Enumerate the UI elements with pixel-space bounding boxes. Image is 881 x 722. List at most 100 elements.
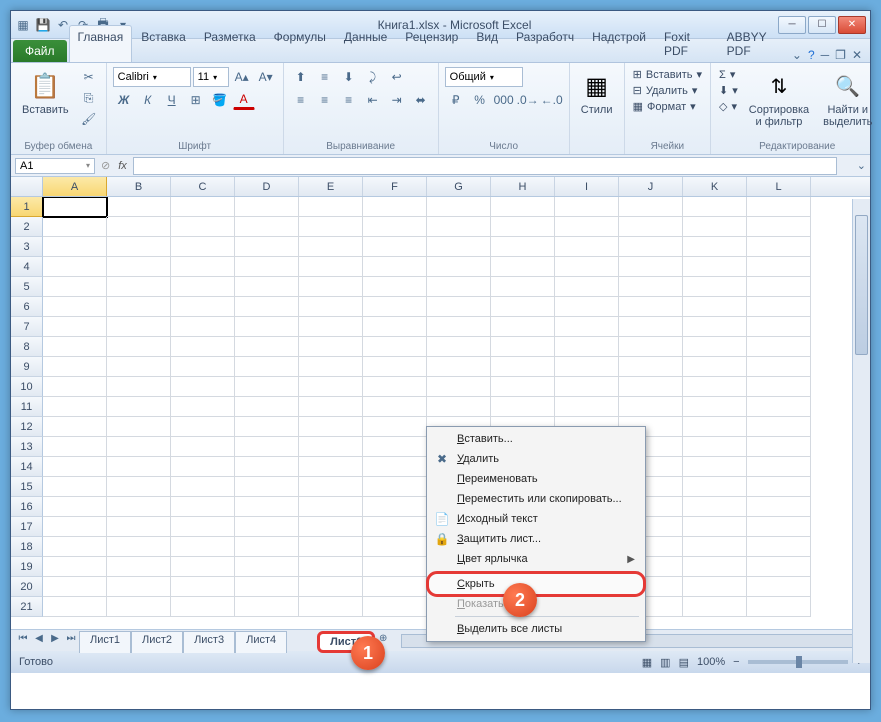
view-pagebreak-icon[interactable]: ▤	[679, 656, 689, 669]
cell[interactable]	[683, 237, 747, 257]
cell[interactable]	[107, 477, 171, 497]
cell[interactable]	[619, 397, 683, 417]
cell[interactable]	[363, 537, 427, 557]
cell[interactable]	[235, 497, 299, 517]
cell[interactable]	[683, 477, 747, 497]
cell[interactable]	[299, 317, 363, 337]
cut-icon[interactable]: ✂	[78, 67, 100, 87]
row-header-20[interactable]: 20	[11, 577, 43, 597]
col-header-A[interactable]: A	[43, 177, 107, 196]
cell[interactable]	[43, 237, 107, 257]
cell[interactable]	[427, 197, 491, 217]
row-header-7[interactable]: 7	[11, 317, 43, 337]
cell[interactable]	[43, 597, 107, 617]
context-menu-item[interactable]: Цвет ярлычка▶	[429, 549, 643, 569]
cell[interactable]	[683, 417, 747, 437]
ribbon-tab-4[interactable]: Данные	[335, 25, 396, 62]
col-header-J[interactable]: J	[619, 177, 683, 196]
cell[interactable]	[683, 537, 747, 557]
ribbon-tab-0[interactable]: Главная	[69, 25, 133, 62]
context-menu-item[interactable]: Скрыть	[429, 574, 643, 594]
cell[interactable]	[43, 277, 107, 297]
align-middle-icon[interactable]: ≡	[314, 67, 336, 87]
cell[interactable]	[491, 397, 555, 417]
cell[interactable]	[619, 237, 683, 257]
name-box[interactable]: A1▾	[15, 158, 95, 174]
insert-cells-button[interactable]: ⊞Вставить ▾	[631, 67, 704, 82]
row-header-9[interactable]: 9	[11, 357, 43, 377]
cell[interactable]	[235, 317, 299, 337]
cell[interactable]	[171, 477, 235, 497]
cell[interactable]	[235, 517, 299, 537]
col-header-L[interactable]: L	[747, 177, 811, 196]
cell[interactable]	[43, 197, 107, 217]
maximize-button[interactable]: ☐	[808, 16, 836, 34]
formula-bar[interactable]	[133, 157, 837, 175]
cell[interactable]	[363, 597, 427, 617]
cell[interactable]	[363, 197, 427, 217]
cell[interactable]	[363, 277, 427, 297]
cell[interactable]	[299, 497, 363, 517]
cell[interactable]	[171, 417, 235, 437]
cell[interactable]	[299, 377, 363, 397]
cell[interactable]	[43, 297, 107, 317]
cell[interactable]	[363, 457, 427, 477]
cell[interactable]	[747, 437, 811, 457]
cell[interactable]	[683, 577, 747, 597]
cell[interactable]	[491, 217, 555, 237]
cell[interactable]	[107, 577, 171, 597]
ribbon-tab-1[interactable]: Вставка	[132, 25, 195, 62]
cell[interactable]	[171, 297, 235, 317]
cell[interactable]	[747, 497, 811, 517]
find-select-button[interactable]: 🔍 Найти и выделить	[818, 67, 877, 131]
cell[interactable]	[363, 337, 427, 357]
wrap-text-icon[interactable]: ↩	[386, 67, 408, 87]
cell[interactable]	[43, 337, 107, 357]
cell[interactable]	[43, 557, 107, 577]
cell[interactable]	[427, 377, 491, 397]
col-header-B[interactable]: B	[107, 177, 171, 196]
italic-icon[interactable]: К	[137, 90, 159, 110]
select-all-corner[interactable]	[11, 177, 43, 196]
row-header-14[interactable]: 14	[11, 457, 43, 477]
cell[interactable]	[171, 397, 235, 417]
cell[interactable]	[363, 497, 427, 517]
cell[interactable]	[43, 477, 107, 497]
cell[interactable]	[107, 277, 171, 297]
cell[interactable]	[43, 437, 107, 457]
view-normal-icon[interactable]: ▦	[642, 656, 652, 669]
underline-icon[interactable]: Ч	[161, 90, 183, 110]
cell[interactable]	[363, 517, 427, 537]
sheet-nav-last[interactable]: ⏭	[63, 633, 79, 649]
cell[interactable]	[363, 437, 427, 457]
cell[interactable]	[171, 497, 235, 517]
font-size-select[interactable]: 11▾	[193, 67, 229, 87]
cell[interactable]	[43, 417, 107, 437]
cell[interactable]	[747, 277, 811, 297]
cell[interactable]	[619, 217, 683, 237]
cell[interactable]	[683, 277, 747, 297]
cell[interactable]	[235, 297, 299, 317]
cell[interactable]	[43, 357, 107, 377]
cell[interactable]	[491, 357, 555, 377]
cell[interactable]	[491, 257, 555, 277]
sheet-nav-next[interactable]: ▶	[47, 633, 63, 649]
cell[interactable]	[43, 397, 107, 417]
cell[interactable]	[43, 317, 107, 337]
cell[interactable]	[299, 477, 363, 497]
cell[interactable]	[555, 357, 619, 377]
cell[interactable]	[235, 537, 299, 557]
cell[interactable]	[299, 537, 363, 557]
cell[interactable]	[171, 357, 235, 377]
row-header-16[interactable]: 16	[11, 497, 43, 517]
cell[interactable]	[107, 377, 171, 397]
cell[interactable]	[107, 597, 171, 617]
cell[interactable]	[235, 217, 299, 237]
cell[interactable]	[747, 257, 811, 277]
cell[interactable]	[747, 537, 811, 557]
cell[interactable]	[747, 477, 811, 497]
col-header-E[interactable]: E	[299, 177, 363, 196]
cell[interactable]	[555, 257, 619, 277]
zoom-slider[interactable]	[748, 660, 848, 664]
row-header-6[interactable]: 6	[11, 297, 43, 317]
